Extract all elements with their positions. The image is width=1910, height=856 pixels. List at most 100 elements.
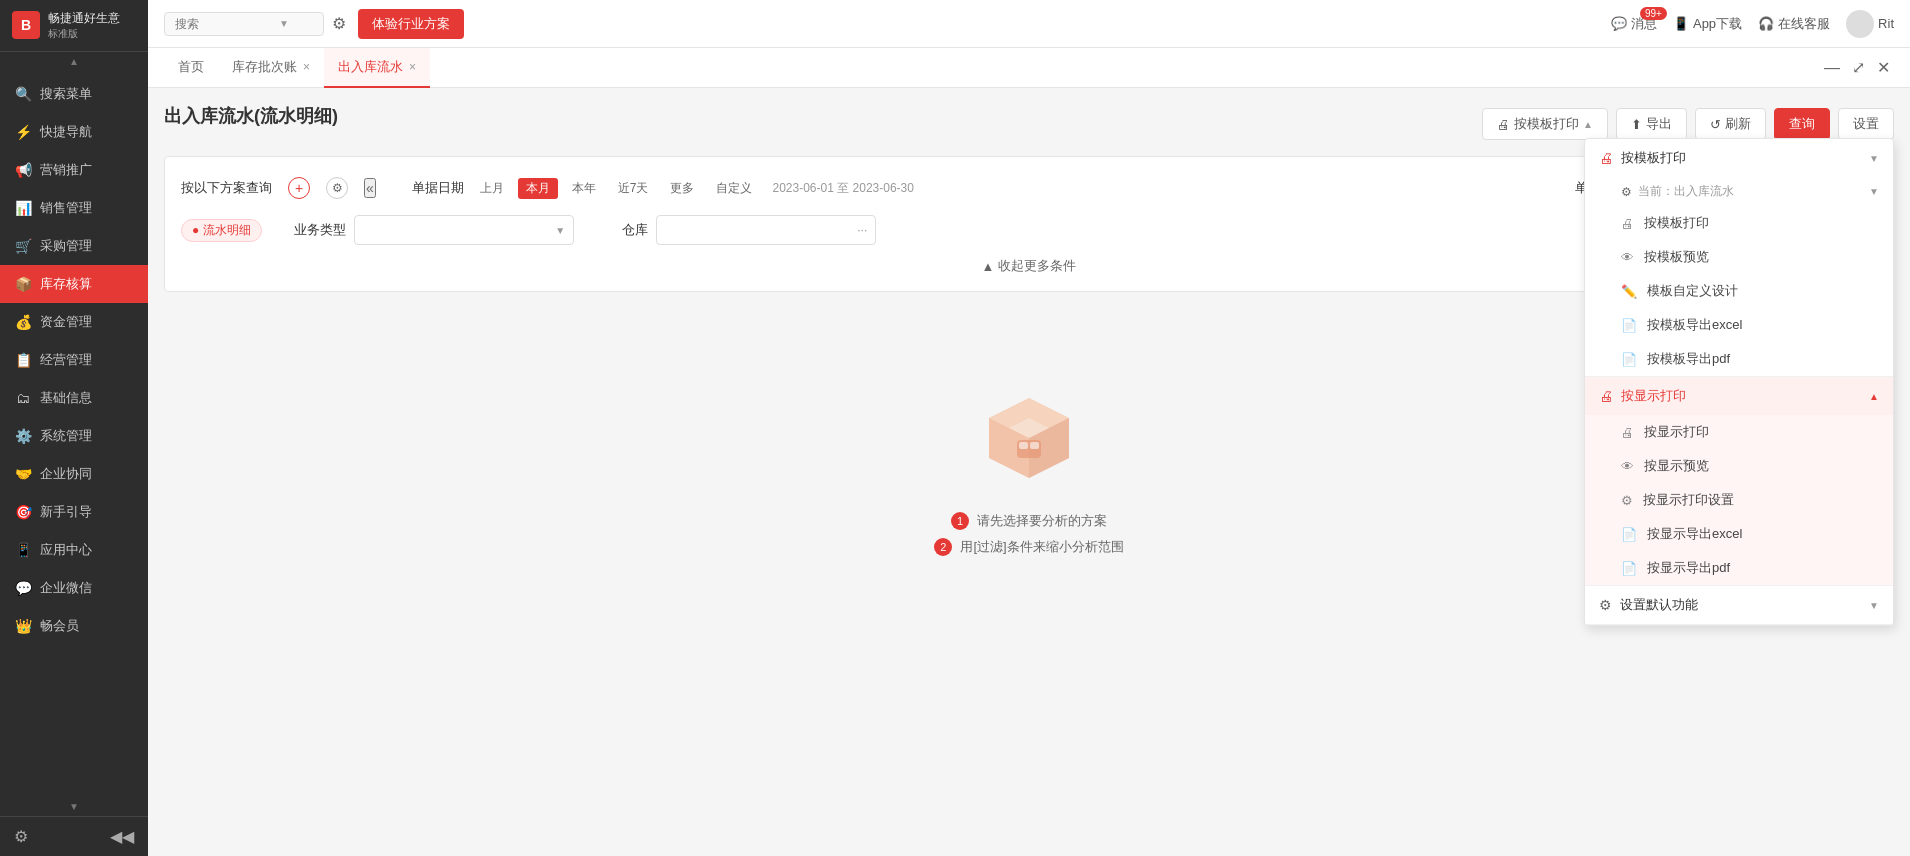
user-avatar-btn[interactable]: Rit <box>1846 10 1894 38</box>
filter-active-tag[interactable]: ● 流水明细 <box>181 219 262 242</box>
tab-flow[interactable]: 出入库流水 × <box>324 48 430 88</box>
sidebar-scroll-up[interactable]: ▲ <box>0 52 148 71</box>
date-this-year[interactable]: 本年 <box>564 178 604 199</box>
sidebar-item-quick-nav[interactable]: ⚡ 快捷导航 <box>0 113 148 151</box>
sidebar-item-newguide[interactable]: 🎯 新手引导 <box>0 493 148 531</box>
display-section-header[interactable]: 🖨 按显示打印 ▲ <box>1585 377 1893 415</box>
tab-home[interactable]: 首页 <box>164 48 218 88</box>
display-excel-icon: 📄 <box>1621 527 1637 542</box>
sidebar-item-appcenter[interactable]: 📱 应用中心 <box>0 531 148 569</box>
warehouse-select[interactable]: ··· <box>656 215 876 245</box>
tab-minimize-btn[interactable]: — <box>1820 55 1844 81</box>
template-section-header[interactable]: 🖨 按模板打印 ▼ <box>1585 139 1893 177</box>
filter-collapse-arrow[interactable]: « <box>364 178 376 198</box>
lightning-icon: ⚡ <box>14 123 32 141</box>
empty-step-1: 1 请先选择要分析的方案 <box>951 512 1107 530</box>
content-area: 出入库流水(流水明细) 🖨 按模板打印 ▲ ⬆ 导出 ↺ 刷新 查询 <box>148 88 1910 856</box>
template-export-pdf-item[interactable]: 📄 按模板导出pdf <box>1585 342 1893 376</box>
phone-icon: 📱 <box>1673 16 1689 31</box>
template-custom-item[interactable]: ✏️ 模板自定义设计 <box>1585 274 1893 308</box>
display-preview-icon: 👁 <box>1621 459 1634 474</box>
tag-icon: ● <box>192 223 199 237</box>
message-icon: 💬 <box>1611 16 1627 31</box>
display-printer-icon: 🖨 <box>1599 388 1613 404</box>
sidebar-item-sales[interactable]: 📊 销售管理 <box>0 189 148 227</box>
crown-icon: 👑 <box>14 617 32 635</box>
date-more[interactable]: 更多 <box>662 178 702 199</box>
query-btn[interactable]: 查询 <box>1774 108 1830 140</box>
sidebar-item-operations[interactable]: 📋 经营管理 <box>0 341 148 379</box>
topbar-search-box[interactable]: ▼ <box>164 12 324 36</box>
trial-btn[interactable]: 体验行业方案 <box>358 9 464 39</box>
refresh-btn[interactable]: ↺ 刷新 <box>1695 108 1766 140</box>
template-preview-item[interactable]: 👁 按模板预览 <box>1585 240 1893 274</box>
sidebar-item-enterprise[interactable]: 🤝 企业协同 <box>0 455 148 493</box>
date-custom[interactable]: 自定义 <box>708 178 760 199</box>
sidebar-item-purchase[interactable]: 🛒 采购管理 <box>0 227 148 265</box>
box-icon: 📦 <box>14 275 32 293</box>
display-export-excel-item[interactable]: 📄 按显示导出excel <box>1585 517 1893 551</box>
date-this-month[interactable]: 本月 <box>518 178 558 199</box>
target-icon: 🎯 <box>14 503 32 521</box>
default-arrow-icon: ▼ <box>1869 600 1879 611</box>
default-section-header[interactable]: ⚙ 设置默认功能 ▼ <box>1585 586 1893 624</box>
date-last-7days[interactable]: 近7天 <box>610 178 657 199</box>
collapse-icon[interactable]: ◀◀ <box>110 827 134 846</box>
display-settings-icon: ⚙ <box>1621 493 1633 508</box>
date-filter-label: 单据日期 <box>412 179 464 197</box>
sidebar-item-system[interactable]: ⚙️ 系统管理 <box>0 417 148 455</box>
app-download-btn[interactable]: 📱 App下载 <box>1673 15 1742 33</box>
warehouse-more[interactable]: ··· <box>857 223 867 237</box>
sidebar-item-basics[interactable]: 🗂 基础信息 <box>0 379 148 417</box>
logo-icon: B <box>12 11 40 39</box>
topbar: ▼ ⚙ 体验行业方案 💬 消息 99+ 📱 App下载 🎧 在线客服 Rit <box>148 0 1910 48</box>
template-current-label[interactable]: ⚙ 当前：出入库流水 ▼ <box>1585 177 1893 206</box>
date-filter-options: 上月 本月 本年 近7天 更多 自定义 <box>472 178 761 199</box>
template-print-btn[interactable]: 🖨 按模板打印 ▲ <box>1482 108 1608 140</box>
display-export-pdf-item[interactable]: 📄 按显示导出pdf <box>1585 551 1893 585</box>
search-dropdown-icon: ▼ <box>279 18 289 29</box>
template-export-excel-item[interactable]: 📄 按模板导出excel <box>1585 308 1893 342</box>
sidebar-item-inventory[interactable]: 📦 库存核算 <box>0 265 148 303</box>
tab-batch-account-close[interactable]: × <box>303 60 310 74</box>
clipboard-icon: 📋 <box>14 351 32 369</box>
default-icon: ⚙ <box>1599 597 1612 613</box>
filter-settings-btn[interactable]: ⚙ <box>326 177 348 199</box>
chevron-up-icon: ▲ <box>982 259 995 274</box>
template-print-item[interactable]: 🖨 按模板打印 <box>1585 206 1893 240</box>
folder-icon: 🗂 <box>14 389 32 407</box>
sidebar-item-wechat[interactable]: 💬 企业微信 <box>0 569 148 607</box>
sidebar-item-vip[interactable]: 👑 畅会员 <box>0 607 148 645</box>
settings-btn[interactable]: 设置 <box>1838 108 1894 140</box>
money-icon: 💰 <box>14 313 32 331</box>
search-icon: 🔍 <box>14 85 32 103</box>
date-range-display: 2023-06-01 至 2023-06-30 <box>772 180 913 197</box>
display-print-settings-item[interactable]: ⚙ 按显示打印设置 <box>1585 483 1893 517</box>
current-arrow-icon: ▼ <box>1869 186 1879 197</box>
settings-icon[interactable]: ⚙ <box>14 827 28 846</box>
export-icon: ⬆ <box>1631 117 1642 132</box>
sidebar-items: 🔍 搜索菜单 ⚡ 快捷导航 📢 营销推广 📊 销售管理 🛒 采购管理 📦 库存核… <box>0 71 148 797</box>
filter-add-btn[interactable]: + <box>288 177 310 199</box>
display-print-item[interactable]: 🖨 按显示打印 <box>1585 415 1893 449</box>
date-last-month[interactable]: 上月 <box>472 178 512 199</box>
search-input[interactable] <box>175 17 275 31</box>
customer-service-btn[interactable]: 🎧 在线客服 <box>1758 15 1830 33</box>
sidebar-item-search[interactable]: 🔍 搜索菜单 <box>0 75 148 113</box>
warehouse-label: 仓库 <box>622 221 648 239</box>
export-btn[interactable]: ⬆ 导出 <box>1616 108 1687 140</box>
sidebar-item-marketing[interactable]: 📢 营销推广 <box>0 151 148 189</box>
tab-flow-close[interactable]: × <box>409 60 416 74</box>
business-type-select[interactable]: ▼ <box>354 215 574 245</box>
refresh-icon: ↺ <box>1710 117 1721 132</box>
tab-batch-account[interactable]: 库存批次账 × <box>218 48 324 88</box>
sidebar-item-finance[interactable]: 💰 资金管理 <box>0 303 148 341</box>
display-preview-item[interactable]: 👁 按显示预览 <box>1585 449 1893 483</box>
topbar-gear-icon[interactable]: ⚙ <box>332 14 346 33</box>
sidebar-scroll-down[interactable]: ▼ <box>0 797 148 816</box>
tab-close-btn[interactable]: ✕ <box>1873 54 1894 81</box>
message-btn[interactable]: 💬 消息 99+ <box>1611 15 1657 33</box>
sidebar-bottom: ⚙ ◀◀ <box>0 816 148 856</box>
main-content: ▼ ⚙ 体验行业方案 💬 消息 99+ 📱 App下载 🎧 在线客服 Rit <box>148 0 1910 856</box>
tab-maximize-btn[interactable]: ⤢ <box>1848 54 1869 81</box>
